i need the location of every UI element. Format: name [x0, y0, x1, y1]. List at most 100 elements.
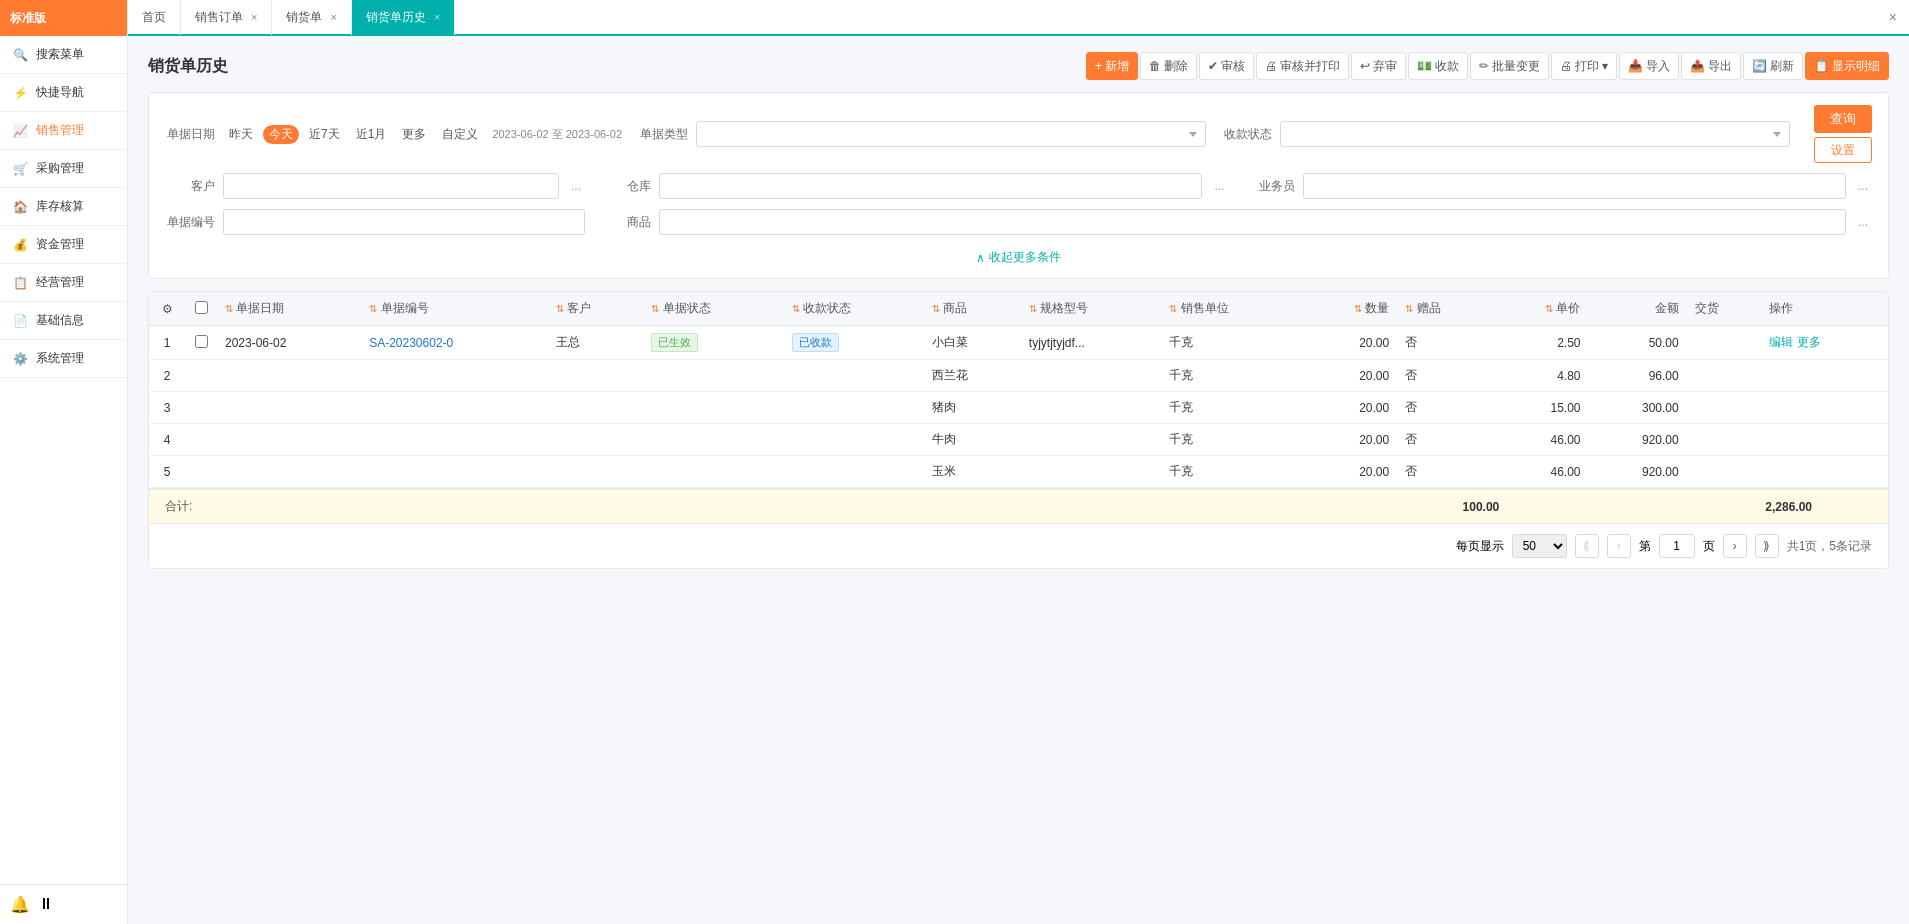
settings-icon[interactable]: ⚙ — [162, 302, 173, 316]
collect-button[interactable]: 💵 收款 — [1408, 52, 1468, 80]
cell-goods: 牛肉 — [924, 424, 1021, 456]
sidebar-item-sales[interactable]: 📈 销售管理 — [0, 112, 127, 150]
new-button[interactable]: + 新增 — [1086, 52, 1138, 80]
cell-order-no[interactable] — [361, 456, 547, 488]
window-close-button[interactable]: × — [1877, 9, 1909, 25]
show-detail-button[interactable]: 📋 显示明细 — [1805, 52, 1889, 80]
tab-sales-delivery[interactable]: 销货单 × — [272, 0, 351, 35]
query-button[interactable]: 查询 — [1814, 105, 1872, 133]
main-table: ⚙ ⇅ 单据日期 ⇅ 单据编号 — [149, 292, 1888, 488]
collapse-button[interactable]: ∧ 收起更多条件 — [165, 245, 1872, 266]
abandon-button[interactable]: ↩ 弃审 — [1351, 52, 1406, 80]
salesperson-input[interactable] — [1303, 173, 1846, 199]
cell-actions — [1761, 392, 1888, 424]
date-custom[interactable]: 自定义 — [436, 125, 484, 144]
delete-label: 删除 — [1164, 58, 1188, 75]
cell-price: 46.00 — [1493, 456, 1589, 488]
cell-order-no[interactable]: SA-20230602-0 — [361, 326, 547, 360]
date-1month[interactable]: 近1月 — [350, 125, 393, 144]
next-page-button[interactable]: › — [1723, 534, 1747, 558]
import-button[interactable]: 📥 导入 — [1619, 52, 1679, 80]
col-goods[interactable]: ⇅ 商品 — [924, 292, 1021, 326]
col-settings[interactable]: ⚙ — [149, 292, 185, 326]
action-更多[interactable]: 更多 — [1797, 334, 1821, 351]
cell-payment-status — [784, 392, 924, 424]
sidebar-item-basic[interactable]: 📄 基础信息 — [0, 302, 127, 340]
col-customer[interactable]: ⇅ 客户 — [548, 292, 644, 326]
cell-payment-status — [784, 456, 924, 488]
cell-goods: 西兰花 — [924, 360, 1021, 392]
sidebar-item-operations[interactable]: 📋 经营管理 — [0, 264, 127, 302]
date-7days[interactable]: 近7天 — [303, 125, 346, 144]
customer-ellipsis[interactable]: ... — [567, 179, 585, 193]
col-gift[interactable]: ⇅ 赠品 — [1397, 292, 1493, 326]
refresh-button[interactable]: 🔄 刷新 — [1743, 52, 1803, 80]
abandon-icon: ↩ — [1360, 59, 1370, 73]
sidebar-item-search[interactable]: 🔍 搜索菜单 — [0, 36, 127, 74]
page-input[interactable] — [1659, 534, 1695, 558]
col-order-status[interactable]: ⇅ 单据状态 — [643, 292, 783, 326]
col-order-no[interactable]: ⇅ 单据编号 — [361, 292, 547, 326]
date-more[interactable]: 更多 — [396, 125, 432, 144]
warehouse-ellipsis[interactable]: ... — [1210, 179, 1228, 193]
system-icon: ⚙️ — [12, 351, 28, 367]
last-page-button[interactable]: ⟫ — [1755, 534, 1779, 558]
type-label: 单据类型 — [638, 126, 688, 143]
audit-button[interactable]: ✔ 审核 — [1199, 52, 1254, 80]
tab-close-icon[interactable]: × — [330, 11, 336, 23]
date-yesterday[interactable]: 昨天 — [223, 125, 259, 144]
batch-change-button[interactable]: ✏ 批量变更 — [1470, 52, 1549, 80]
sidebar-item-inventory[interactable]: 🏠 库存核算 — [0, 188, 127, 226]
salesperson-ellipsis[interactable]: ... — [1854, 179, 1872, 193]
select-all-checkbox[interactable] — [195, 301, 208, 314]
tab-close-icon[interactable]: × — [434, 11, 440, 23]
col-price[interactable]: ⇅ 单价 — [1493, 292, 1589, 326]
row-checkbox[interactable] — [195, 335, 208, 348]
sidebar-item-system[interactable]: ⚙️ 系统管理 — [0, 340, 127, 378]
finance-icon: 💰 — [12, 237, 28, 253]
export-button[interactable]: 📤 导出 — [1681, 52, 1741, 80]
notification-icon[interactable]: 🔔 — [10, 895, 30, 914]
audit-print-button[interactable]: 🖨 审核并打印 — [1256, 52, 1349, 80]
col-payment-status[interactable]: ⇅ 收款状态 — [784, 292, 924, 326]
tab-home[interactable]: 首页 — [128, 0, 181, 35]
date-today[interactable]: 今天 — [263, 125, 299, 144]
set-button[interactable]: 设置 — [1814, 137, 1872, 163]
footer-total-qty: 100.00 — [1463, 500, 1500, 514]
col-unit[interactable]: ⇅ 销售单位 — [1161, 292, 1301, 326]
print-button[interactable]: 🖨 打印 ▾ — [1551, 52, 1617, 80]
audit-label: 审核 — [1221, 58, 1245, 75]
tab-sales-history[interactable]: 销货单历史 × — [352, 0, 455, 35]
type-select[interactable] — [696, 121, 1206, 147]
sidebar-item-quicknav[interactable]: ⚡ 快捷导航 — [0, 74, 127, 112]
col-payment-status-label: 收款状态 — [803, 301, 851, 315]
cell-order-no[interactable] — [361, 360, 547, 392]
cell-order-no[interactable] — [361, 424, 547, 456]
sidebar-item-finance[interactable]: 💰 资金管理 — [0, 226, 127, 264]
prev-page-button[interactable]: ‹ — [1607, 534, 1631, 558]
cell-seq: 2 — [149, 360, 185, 392]
payment-status-select[interactable] — [1280, 121, 1790, 147]
goods-input[interactable] — [659, 209, 1846, 235]
delete-button[interactable]: 🗑 删除 — [1140, 52, 1197, 80]
filter-row-order: 单据编号 商品 ... — [165, 209, 1872, 235]
col-date[interactable]: ⇅ 单据日期 — [217, 292, 361, 326]
per-page-select[interactable]: 50 100 — [1512, 534, 1567, 558]
tab-sales-order[interactable]: 销售订单 × — [181, 0, 272, 35]
sidebar-item-purchase[interactable]: 🛒 采购管理 — [0, 150, 127, 188]
quick-nav-icon: ⚡ — [12, 85, 28, 101]
pause-icon[interactable]: ⏸ — [38, 895, 54, 914]
customer-input[interactable] — [223, 173, 559, 199]
col-spec[interactable]: ⇅ 规格型号 — [1021, 292, 1161, 326]
order-no-link[interactable]: SA-20230602-0 — [369, 336, 453, 350]
tab-close-icon[interactable]: × — [251, 11, 257, 23]
first-page-button[interactable]: ⟪ — [1575, 534, 1599, 558]
collapse-icon: ∧ — [976, 251, 985, 265]
goods-ellipsis[interactable]: ... — [1854, 215, 1872, 229]
action-编辑[interactable]: 编辑 — [1769, 334, 1793, 351]
sidebar-item-label: 销售管理 — [36, 122, 84, 139]
warehouse-input[interactable] — [659, 173, 1202, 199]
col-qty[interactable]: ⇅ 数量 — [1302, 292, 1398, 326]
order-no-input[interactable] — [223, 209, 585, 235]
cell-order-no[interactable] — [361, 392, 547, 424]
